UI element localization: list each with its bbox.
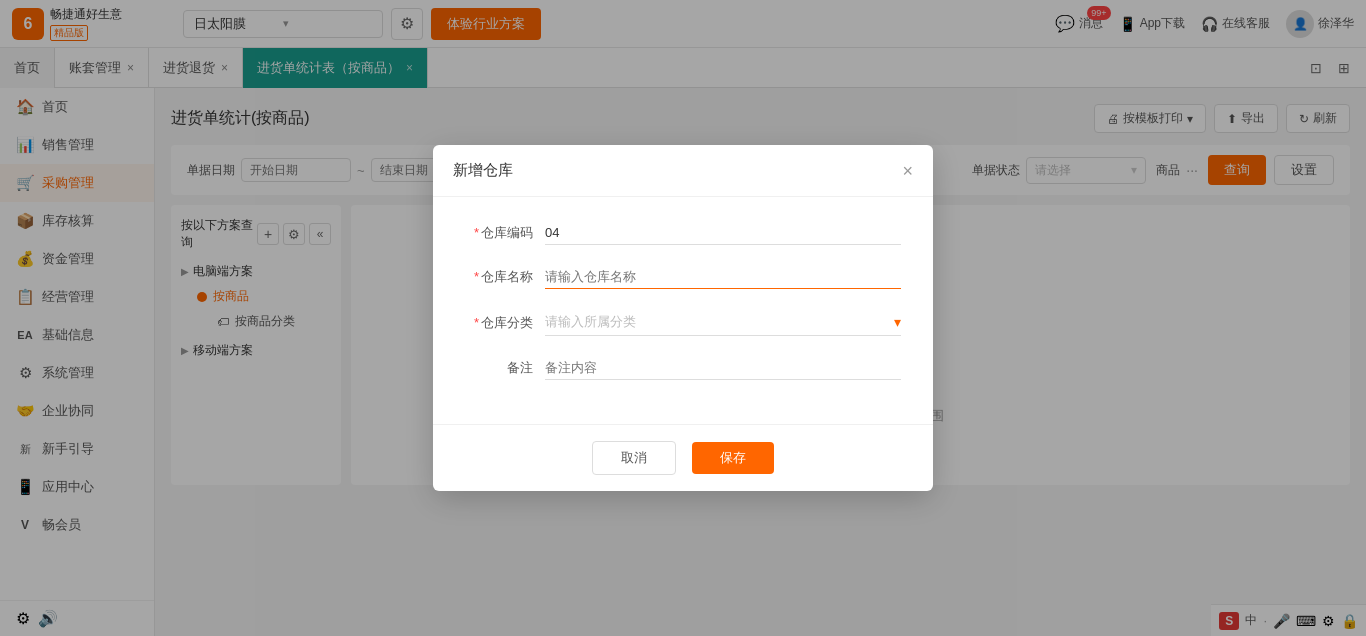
cancel-button[interactable]: 取消 <box>592 441 676 475</box>
form-row-category: 仓库分类 请输入所属分类 ▾ <box>465 309 901 336</box>
modal-header: 新增仓库 × <box>433 145 933 197</box>
category-dropdown-icon: ▾ <box>894 314 901 330</box>
remarks-input[interactable] <box>545 356 901 380</box>
form-row-code: 仓库编码 <box>465 221 901 245</box>
save-button[interactable]: 保存 <box>692 442 774 474</box>
remarks-label: 备注 <box>465 359 545 377</box>
modal-new-warehouse: 新增仓库 × 仓库编码 仓库名称 仓库分类 请输入所属分类 ▾ <box>433 145 933 491</box>
warehouse-category-label: 仓库分类 <box>465 314 545 332</box>
modal-overlay: 新增仓库 × 仓库编码 仓库名称 仓库分类 请输入所属分类 ▾ <box>0 0 1366 636</box>
form-row-remarks: 备注 <box>465 356 901 380</box>
warehouse-category-placeholder: 请输入所属分类 <box>545 313 894 331</box>
warehouse-code-input[interactable] <box>545 221 901 245</box>
modal-footer: 取消 保存 <box>433 424 933 491</box>
modal-title: 新增仓库 <box>453 161 513 180</box>
warehouse-name-label: 仓库名称 <box>465 268 545 286</box>
warehouse-code-label: 仓库编码 <box>465 224 545 242</box>
warehouse-category-select[interactable]: 请输入所属分类 ▾ <box>545 309 901 336</box>
form-row-name: 仓库名称 <box>465 265 901 289</box>
warehouse-name-input[interactable] <box>545 265 901 289</box>
modal-close-button[interactable]: × <box>902 162 913 180</box>
modal-body: 仓库编码 仓库名称 仓库分类 请输入所属分类 ▾ 备注 <box>433 197 933 424</box>
